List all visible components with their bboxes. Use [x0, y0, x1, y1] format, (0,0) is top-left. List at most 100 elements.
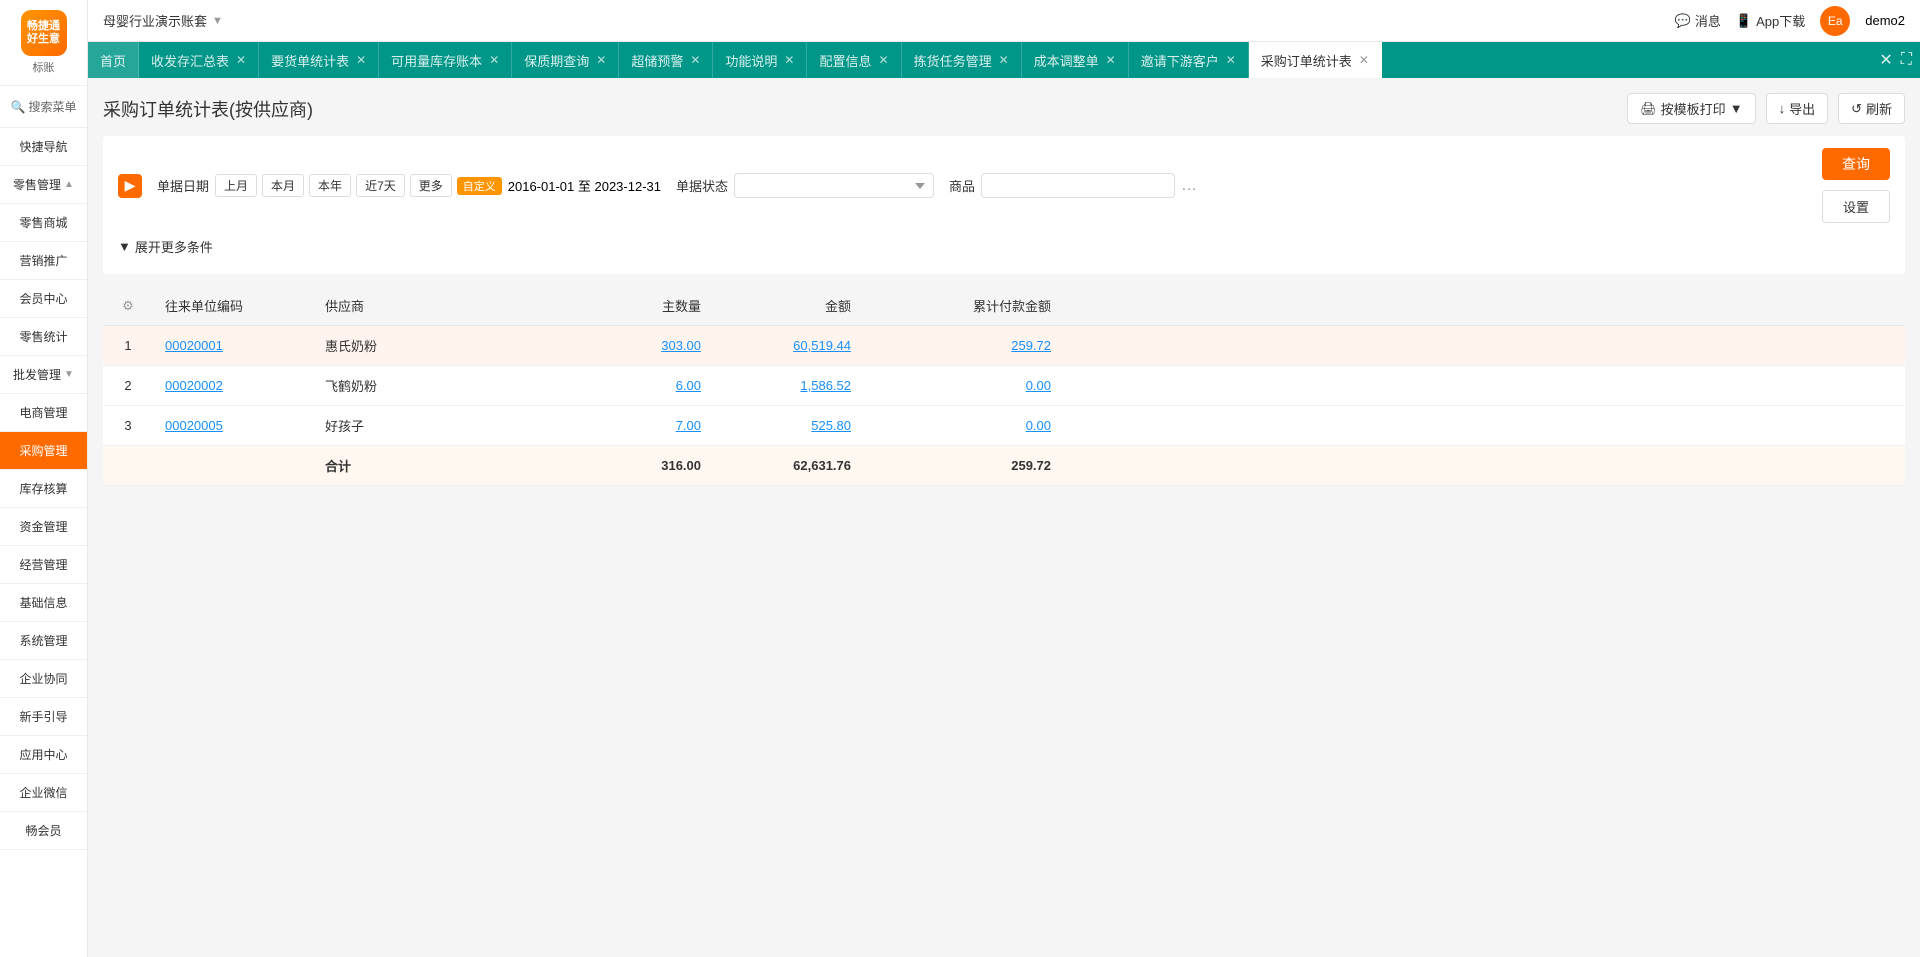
export-button[interactable]: ↓ 导出 [1766, 93, 1829, 124]
date-quick-last-month[interactable]: 上月 [215, 174, 257, 197]
date-custom-badge[interactable]: 自定义 [457, 177, 502, 195]
paid-link[interactable]: 0.00 [1026, 378, 1051, 393]
filter-toggle-button[interactable]: ▶ [118, 174, 142, 198]
sidebar-item-retail-stats[interactable]: 零售统计 [0, 318, 87, 356]
avatar-initial: Ea [1828, 14, 1843, 28]
tab-cost-adjust[interactable]: 成本调整单 ✕ [1022, 42, 1129, 78]
tab-close-window-button[interactable]: ✕ [1879, 50, 1892, 70]
date-quick-this-month[interactable]: 本月 [262, 174, 304, 197]
sidebar-search-area[interactable]: 🔍 搜索菜单 [0, 86, 87, 128]
sidebar-item-enterprise-coop[interactable]: 企业协同 [0, 660, 87, 698]
tab-order-summary[interactable]: 要货单统计表 ✕ [259, 42, 379, 78]
sidebar-item-system-mgmt[interactable]: 系统管理 [0, 622, 87, 660]
date-quick-7days[interactable]: 近7天 [356, 174, 405, 197]
tab-close-icon[interactable]: ✕ [879, 53, 889, 67]
workspace-dropdown-icon: ▼ [212, 15, 223, 27]
row-paid: 259.72 [863, 326, 1063, 366]
sidebar-item-member-center[interactable]: 会员中心 [0, 280, 87, 318]
tab-shelf-life[interactable]: 保质期查询 ✕ [512, 42, 619, 78]
user-avatar[interactable]: Ea [1820, 6, 1850, 36]
table-footer-row: 合计 316.00 62,631.76 259.72 [103, 446, 1905, 486]
tab-close-icon[interactable]: ✕ [1359, 53, 1369, 67]
tab-close-icon[interactable]: ✕ [489, 53, 499, 67]
sidebar: 畅捷通好生意 标账 🔍 搜索菜单 快捷导航 零售管理 ▲ 零售商城 营销推广 会… [0, 0, 88, 957]
main-content: 母婴行业演示账套 ▼ 💬 消息 📱 App下载 Ea demo2 首页 收发存汇… [88, 0, 1920, 957]
tab-close-icon[interactable]: ✕ [1226, 53, 1236, 67]
search-menu-button[interactable]: 🔍 搜索菜单 [6, 94, 81, 119]
row-amount: 1,586.52 [713, 366, 863, 406]
tab-close-icon[interactable]: ✕ [999, 53, 1009, 67]
sidebar-item-finance-mgmt[interactable]: 资金管理 [0, 508, 87, 546]
tab-close-icon[interactable]: ✕ [690, 53, 700, 67]
tab-config-info[interactable]: 配置信息 ✕ [807, 42, 901, 78]
row-supplier: 惠氏奶粉 [313, 326, 563, 366]
goods-filter-more-icon[interactable]: … [1181, 177, 1197, 195]
expand-more-button[interactable]: ▼ 展开更多条件 [118, 231, 213, 262]
app-download-button[interactable]: 📱 App下载 [1736, 11, 1805, 30]
paid-link[interactable]: 259.72 [1011, 338, 1051, 353]
sidebar-item-operation-mgmt[interactable]: 经营管理 [0, 546, 87, 584]
amount-link[interactable]: 1,586.52 [800, 378, 851, 393]
row-qty: 303.00 [563, 326, 713, 366]
tab-purchase-order-stat[interactable]: 采购订单统计表 ✕ [1249, 42, 1382, 78]
sidebar-item-retail-mgmt[interactable]: 零售管理 ▲ [0, 166, 87, 204]
amount-link[interactable]: 60,519.44 [793, 338, 851, 353]
column-settings-icon[interactable]: ⚙ [122, 298, 134, 313]
sidebar-item-member[interactable]: 畅会员 [0, 812, 87, 850]
refresh-button[interactable]: ↺ 刷新 [1838, 93, 1905, 124]
sidebar-item-new-guide[interactable]: 新手引导 [0, 698, 87, 736]
tab-label: 成本调整单 [1034, 51, 1099, 70]
tab-overstock-alert[interactable]: 超储预警 ✕ [619, 42, 713, 78]
tab-close-icon[interactable]: ✕ [236, 53, 246, 67]
paid-link[interactable]: 0.00 [1026, 418, 1051, 433]
qty-link[interactable]: 7.00 [676, 418, 701, 433]
code-link[interactable]: 00020001 [165, 338, 223, 353]
qty-link[interactable]: 6.00 [676, 378, 701, 393]
date-range-selector: 上月 本月 本年 近7天 更多 自定义 [215, 174, 502, 197]
goods-filter-input[interactable] [981, 173, 1175, 198]
query-button[interactable]: 查询 [1822, 148, 1890, 180]
sidebar-item-wholesale-mgmt[interactable]: 批发管理 ▼ [0, 356, 87, 394]
sidebar-item-purchase-mgmt[interactable]: 采购管理 [0, 432, 87, 470]
code-link[interactable]: 00020005 [165, 418, 223, 433]
amount-link[interactable]: 525.80 [811, 418, 851, 433]
tab-maximize-button[interactable]: ⛶ [1901, 51, 1912, 69]
sidebar-item-enterprise-wechat[interactable]: 企业微信 [0, 774, 87, 812]
page-title: 采购订单统计表(按供应商) [103, 96, 313, 122]
sidebar-item-basic-info[interactable]: 基础信息 [0, 584, 87, 622]
tab-invite-downstream[interactable]: 邀请下游客户 ✕ [1129, 42, 1249, 78]
tab-label: 要货单统计表 [271, 51, 349, 70]
tab-close-icon[interactable]: ✕ [596, 53, 606, 67]
tab-close-icon[interactable]: ✕ [1106, 53, 1116, 67]
date-quick-more[interactable]: 更多 [410, 174, 452, 197]
tab-close-icon[interactable]: ✕ [356, 53, 366, 67]
tab-home-label: 首页 [100, 51, 126, 70]
tab-pick-task[interactable]: 拣货任务管理 ✕ [902, 42, 1022, 78]
tab-usable-stock[interactable]: 可用量库存账本 ✕ [379, 42, 512, 78]
sidebar-item-inventory-check[interactable]: 库存核算 [0, 470, 87, 508]
sidebar-item-app-center[interactable]: 应用中心 [0, 736, 87, 774]
sidebar-item-marketing[interactable]: 营销推广 [0, 242, 87, 280]
code-link[interactable]: 00020002 [165, 378, 223, 393]
tab-function-desc[interactable]: 功能说明 ✕ [713, 42, 807, 78]
page-title-actions: 🖨 按模板打印 ▼ ↓ 导出 ↺ 刷新 [1627, 93, 1905, 124]
tab-label: 可用量库存账本 [391, 51, 482, 70]
date-quick-this-year[interactable]: 本年 [309, 174, 351, 197]
tab-home[interactable]: 首页 [88, 42, 139, 78]
tab-bar: 首页 收发存汇总表 ✕ 要货单统计表 ✕ 可用量库存账本 ✕ 保质期查询 ✕ 超… [88, 42, 1920, 78]
settings-button[interactable]: 设置 [1822, 190, 1890, 223]
qty-link[interactable]: 303.00 [661, 338, 701, 353]
sidebar-item-ecommerce-mgmt[interactable]: 电商管理 [0, 394, 87, 432]
row-extra [1063, 366, 1905, 406]
sidebar-item-retail-store[interactable]: 零售商城 [0, 204, 87, 242]
sidebar-item-quick-nav[interactable]: 快捷导航 [0, 128, 87, 166]
footer-paid: 259.72 [863, 446, 1063, 486]
workspace-selector[interactable]: 母婴行业演示账套 ▼ [103, 11, 223, 30]
tab-label: 采购订单统计表 [1261, 51, 1352, 70]
tab-receive-summary[interactable]: 收发存汇总表 ✕ [139, 42, 259, 78]
status-filter-select[interactable] [734, 173, 934, 198]
tab-close-icon[interactable]: ✕ [784, 53, 794, 67]
template-print-button[interactable]: 🖨 按模板打印 ▼ [1627, 93, 1755, 124]
data-table: ⚙ 往来单位编码 供应商 主数量 金额 [103, 286, 1905, 486]
message-button[interactable]: 💬 消息 [1675, 11, 1721, 30]
